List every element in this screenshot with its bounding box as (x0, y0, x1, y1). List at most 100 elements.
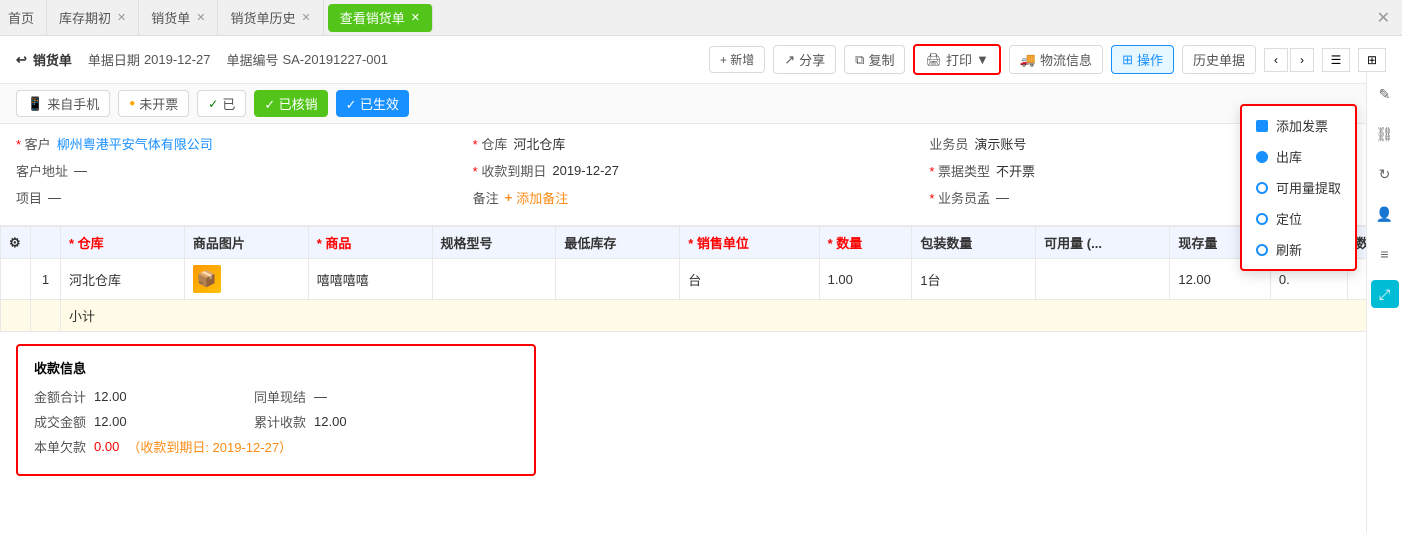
row-settings (1, 259, 31, 300)
note-label: 备注 (473, 188, 499, 207)
payment-row-1: 金额合计 12.00 同单现结 — (34, 387, 518, 406)
close-inventory-init-tab[interactable]: ✕ (117, 11, 126, 24)
share-button[interactable]: ↗ 分享 (773, 45, 836, 74)
project-value: — (48, 190, 61, 205)
row-product-img: 📦 (184, 259, 308, 300)
subtotal-num (31, 300, 61, 332)
refresh-item[interactable]: 刷新 (1242, 234, 1355, 265)
form-section: 客户 柳州粤港平安气体有限公司 仓库 河北仓库 业务员 演示账号 客户地址 — … (0, 124, 1402, 226)
cumulative-field: 累计收款 12.00 (254, 412, 434, 431)
transaction-value: 12.00 (94, 414, 127, 429)
check-icon: ✓ (264, 97, 275, 112)
doc-date-value: 2019-12-27 (144, 52, 211, 67)
sidebar-user-icon[interactable]: 👤 (1371, 200, 1399, 228)
product-header: * 商品 (308, 227, 432, 259)
view-mode-list[interactable]: ☰ (1322, 48, 1350, 72)
warehouse-value: 河北仓库 (513, 134, 565, 153)
effective-check-icon: ✓ (346, 97, 357, 112)
single-settlement-field: 同单现结 — (254, 387, 434, 406)
add-note-button[interactable]: 添加备注 (505, 188, 569, 207)
sidebar-expand-icon[interactable]: ⤢ (1371, 280, 1399, 308)
current-owed-value: 0.00 (94, 439, 119, 454)
add-invoice-item[interactable]: 添加发票 (1242, 110, 1355, 141)
warehouse-label: 仓库 (473, 134, 508, 153)
single-settlement-label: 同单现结 (254, 387, 306, 406)
doc-header: ↩ 销货单 单据日期 2019-12-27 单据编号 SA-20191227-0… (0, 36, 1402, 84)
from-mobile-button[interactable]: 📱 来自手机 (16, 90, 110, 117)
tab-view-sales[interactable]: 查看销货单 ✕ (328, 4, 433, 32)
share-icon: ↗ (784, 52, 795, 68)
operation-button[interactable]: ⊞ 操作 (1111, 45, 1174, 74)
view-mode-grid[interactable]: ⊞ (1358, 48, 1386, 72)
customer-label: 客户 (16, 134, 51, 153)
due-date-label: 收款到期日 (473, 161, 547, 180)
sold-status-button[interactable]: ✓ 已核销 (254, 90, 327, 117)
logistics-button[interactable]: 🚚 物流信息 (1009, 45, 1103, 74)
project-field: 项目 — (16, 188, 473, 207)
subtotal-row: 小计 (1, 300, 1402, 332)
history-button[interactable]: 历史单据 (1182, 45, 1256, 74)
sidebar-rotate-icon[interactable]: ↻ (1371, 160, 1399, 188)
sidebar-list-icon[interactable]: ≡ (1371, 240, 1399, 268)
sidebar-link-icon[interactable]: ⛓ (1371, 120, 1399, 148)
available-qty-item[interactable]: 可用量提取 (1242, 172, 1355, 203)
current-owed-label: 本单欠款 (34, 437, 86, 456)
doc-date-label: 单据日期 2019-12-27 (88, 50, 211, 69)
not-open-button[interactable]: 未开票 (118, 90, 189, 117)
staff-value: 演示账号 (974, 134, 1026, 153)
pack-qty-header: 包装数量 (912, 227, 1036, 259)
outbound-icon (1256, 151, 1268, 163)
locate-item[interactable]: 定位 (1242, 203, 1355, 234)
locate-icon (1256, 213, 1268, 225)
nav-arrows: ‹ › (1264, 48, 1314, 72)
main-content: ↩ 销货单 单据日期 2019-12-27 单据编号 SA-20191227-0… (0, 36, 1402, 533)
check-button[interactable]: 已 (197, 90, 246, 117)
row-num: 1 (31, 259, 61, 300)
tab-sales-history[interactable]: 销货单历史 ✕ (218, 0, 323, 36)
customer-value[interactable]: 柳州粤港平安气体有限公司 (57, 134, 213, 153)
settings-header[interactable]: ⚙ (1, 227, 31, 259)
available-header: 可用量 (... (1036, 227, 1170, 259)
quantity-header: * 数量 (819, 227, 912, 259)
due-date-field: 收款到期日 2019-12-27 (473, 161, 930, 180)
outbound-item[interactable]: 出库 (1242, 141, 1355, 172)
close-sales-history-tab[interactable]: ✕ (302, 11, 311, 24)
print-button[interactable]: 🖨 打印 ▼ (913, 44, 1000, 75)
sidebar-edit-icon[interactable]: ✎ (1371, 80, 1399, 108)
tab-bar-close-button[interactable]: ✕ (1377, 8, 1390, 28)
ticket-value: 不开票 (996, 161, 1035, 180)
amount-field: 金额合计 12.00 (34, 387, 214, 406)
row-product: 嘻嘻嘻嘻 (308, 259, 432, 300)
doc-meta: 单据日期 2019-12-27 单据编号 SA-20191227-001 (88, 50, 388, 69)
table-row: 1 河北仓库 📦 嘻嘻嘻嘻 台 1.00 1台 12.00 0. (1, 259, 1402, 300)
prev-arrow[interactable]: ‹ (1264, 48, 1288, 72)
tab-bar: 首页 库存期初 ✕ 销货单 ✕ 销货单历史 ✕ 查看销货单 ✕ ✕ (0, 0, 1402, 36)
address-value: — (74, 163, 87, 178)
close-view-sales-tab[interactable]: ✕ (411, 11, 420, 24)
operation-dropdown: 添加发票 出库 可用量提取 定位 刷新 (1240, 104, 1357, 271)
sales-unit-header: * 销售单位 (680, 227, 819, 259)
amount-value: 12.00 (94, 389, 127, 404)
due-note: （收款到期日: 2019-12-27） (127, 437, 292, 456)
doc-icon: ↩ (16, 52, 27, 68)
right-sidebar: ✎ ⛓ ↻ 👤 ≡ ⤢ (1366, 72, 1402, 533)
tab-home[interactable]: 首页 (8, 0, 47, 36)
copy-button[interactable]: ⧉ 复制 (844, 45, 905, 74)
row-min-stock (556, 259, 680, 300)
salesperson-value: — (996, 190, 1009, 205)
tab-sales-order[interactable]: 销货单 ✕ (139, 0, 218, 36)
ticket-label: 票据类型 (929, 161, 990, 180)
row-pack-qty: 1台 (912, 259, 1036, 300)
form-row-3: 项目 — 备注 添加备注 业务员孟 — (16, 188, 1386, 207)
warehouse-header: * 仓库 (61, 227, 185, 259)
table-container: ⚙ * 仓库 商品图片 * 商品 规格型号 最低库存 * 销售单位 * 数量 包… (0, 226, 1402, 332)
amount-label: 金额合计 (34, 387, 86, 406)
current-owed-field: 本单欠款 0.00 （收款到期日: 2019-12-27） (34, 437, 292, 456)
tab-inventory-init[interactable]: 库存期初 ✕ (47, 0, 139, 36)
single-settlement-value: — (314, 389, 327, 404)
effective-status-button[interactable]: ✓ 已生效 (336, 90, 409, 117)
close-sales-order-tab[interactable]: ✕ (196, 11, 205, 24)
next-arrow[interactable]: › (1290, 48, 1314, 72)
add-button[interactable]: + 新增 (709, 46, 765, 73)
cumulative-value: 12.00 (314, 414, 347, 429)
